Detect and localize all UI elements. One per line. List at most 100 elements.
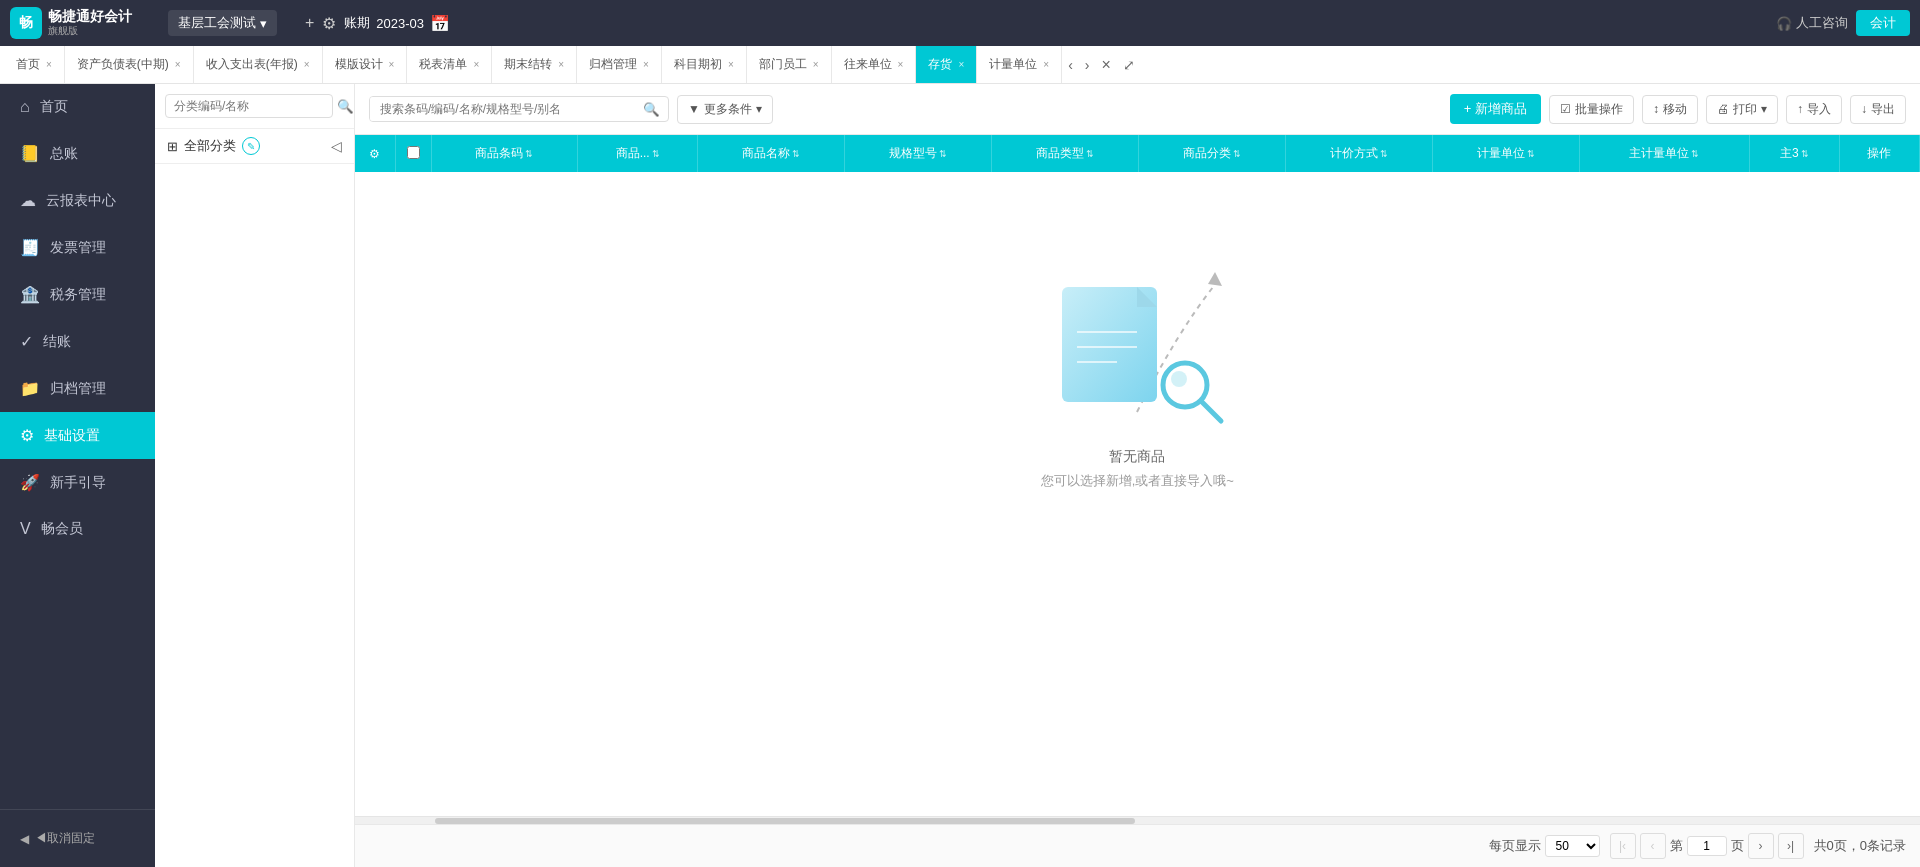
sidebar-label-tax: 税务管理: [50, 286, 106, 304]
sidebar-item-settings[interactable]: ⚙ 基础设置: [0, 412, 155, 459]
col-type-label: 商品类型: [1036, 145, 1084, 162]
more-filter-btn[interactable]: ▼ 更多条件 ▾: [677, 95, 773, 124]
tab-period-end-label: 期末结转: [504, 56, 552, 73]
page-first-btn[interactable]: |‹: [1610, 833, 1636, 859]
col-category[interactable]: 商品分类 ⇅: [1138, 135, 1285, 172]
move-label: 移动: [1663, 101, 1687, 118]
category-edit-btn[interactable]: ✎: [242, 137, 260, 155]
tab-archive-close[interactable]: ×: [643, 59, 649, 70]
account-btn[interactable]: 会计: [1856, 10, 1910, 36]
period-info: 账期 2023-03 📅: [344, 14, 450, 33]
logo-area: 畅 畅捷通好会计 旗舰版: [10, 7, 160, 39]
move-btn[interactable]: ↕ 移动: [1642, 95, 1698, 124]
vip-icon: V: [20, 520, 31, 538]
sidebar-item-archive[interactable]: 📁 归档管理: [0, 365, 155, 412]
dropdown-icon: ▾: [260, 16, 267, 31]
col-checkbox[interactable]: [395, 135, 431, 172]
tab-inventory[interactable]: 存货 ×: [916, 46, 977, 84]
tab-department[interactable]: 部门员工 ×: [747, 46, 832, 84]
tab-dept-close[interactable]: ×: [813, 59, 819, 70]
col-settings[interactable]: ⚙: [355, 135, 395, 172]
export-btn[interactable]: ↓ 导出: [1850, 95, 1906, 124]
tab-maximize-btn[interactable]: ⤢: [1117, 57, 1141, 73]
svg-marker-0: [1208, 272, 1222, 286]
page-prev-btn[interactable]: ‹: [1640, 833, 1666, 859]
col-barcode[interactable]: 商品条码 ⇅: [431, 135, 578, 172]
toolbar-search-btn[interactable]: 🔍: [635, 102, 668, 117]
col-spec[interactable]: 规格型号 ⇅: [844, 135, 991, 172]
category-search-btn[interactable]: 🔍: [337, 99, 354, 114]
sidebar-item-settlement[interactable]: ✓ 结账: [0, 318, 155, 365]
col-action: 操作: [1839, 135, 1919, 172]
tab-income[interactable]: 收入支出表(年报) ×: [194, 46, 323, 84]
sidebar-pin-btn[interactable]: ◀ ◀取消固定: [0, 822, 155, 855]
tab-prev-btn[interactable]: ‹: [1062, 46, 1079, 84]
import-btn[interactable]: ↑ 导入: [1786, 95, 1842, 124]
add-product-btn[interactable]: + 新增商品: [1450, 94, 1541, 124]
tab-contacts-label: 往来单位: [844, 56, 892, 73]
col-extra[interactable]: 主3 ⇅: [1750, 135, 1840, 172]
horizontal-scrollbar[interactable]: [355, 816, 1920, 824]
col-price-method[interactable]: 计价方式 ⇅: [1285, 135, 1432, 172]
tab-home-close[interactable]: ×: [46, 59, 52, 70]
extra-sort-icon: ⇅: [1801, 149, 1809, 159]
tab-balance-sheet[interactable]: 资产负债表(中期) ×: [65, 46, 194, 84]
tab-subject[interactable]: 科目期初 ×: [662, 46, 747, 84]
tab-balance-sheet-label: 资产负债表(中期): [77, 56, 169, 73]
period-value: 2023-03: [376, 16, 424, 31]
sidebar-item-vip[interactable]: V 畅会员: [0, 506, 155, 552]
tab-inventory-close[interactable]: ×: [958, 59, 964, 70]
page-next-btn[interactable]: ›: [1748, 833, 1774, 859]
tab-next-btn[interactable]: ›: [1079, 46, 1096, 84]
empty-illustration: [1037, 252, 1237, 432]
tab-subject-close[interactable]: ×: [728, 59, 734, 70]
tab-contacts-close[interactable]: ×: [898, 59, 904, 70]
tab-unit[interactable]: 计量单位 ×: [977, 46, 1062, 84]
add-tab-btn[interactable]: +: [305, 14, 314, 32]
toolbar: 🔍 ▼ 更多条件 ▾ + 新增商品 ☑ 批量操作 ↕ 移动: [355, 84, 1920, 135]
sidebar-item-home[interactable]: ⌂ 首页: [0, 84, 155, 130]
page-last-btn[interactable]: ›|: [1778, 833, 1804, 859]
sidebar-item-invoice[interactable]: 🧾 发票管理: [0, 224, 155, 271]
tab-period-close[interactable]: ×: [558, 59, 564, 70]
col-name[interactable]: 商品名称 ⇅: [697, 135, 844, 172]
tab-unit-close[interactable]: ×: [1043, 59, 1049, 70]
tab-close-all-btn[interactable]: ×: [1095, 56, 1116, 74]
tab-tax-close[interactable]: ×: [473, 59, 479, 70]
sidebar-item-newbie[interactable]: 🚀 新手引导: [0, 459, 155, 506]
tab-contacts[interactable]: 往来单位 ×: [832, 46, 917, 84]
sidebar-label-home: 首页: [40, 98, 68, 116]
tab-template[interactable]: 模版设计 ×: [323, 46, 408, 84]
per-page-dropdown[interactable]: 10 20 50 100: [1545, 835, 1600, 857]
ledger-icon: 📒: [20, 144, 40, 163]
select-all-checkbox[interactable]: [407, 146, 420, 159]
right-panel: 🔍 ▼ 更多条件 ▾ + 新增商品 ☑ 批量操作 ↕ 移动: [355, 84, 1920, 867]
col-code[interactable]: 商品... ⇅: [578, 135, 698, 172]
print-btn[interactable]: 🖨 打印 ▾: [1706, 95, 1778, 124]
sidebar-item-reports[interactable]: ☁ 云报表中心: [0, 177, 155, 224]
tab-template-close[interactable]: ×: [389, 59, 395, 70]
col-unit[interactable]: 计量单位 ⇅: [1432, 135, 1579, 172]
settings-btn[interactable]: ⚙: [322, 14, 336, 33]
company-selector[interactable]: 基层工会测试 ▾: [168, 10, 277, 36]
sidebar-item-tax[interactable]: 🏦 税务管理: [0, 271, 155, 318]
tab-home[interactable]: 首页 ×: [4, 46, 65, 84]
col-type[interactable]: 商品类型 ⇅: [991, 135, 1138, 172]
reports-icon: ☁: [20, 191, 36, 210]
tab-income-close[interactable]: ×: [304, 59, 310, 70]
page-input[interactable]: [1687, 836, 1727, 856]
tab-tax-list[interactable]: 税表清单 ×: [407, 46, 492, 84]
calendar-icon[interactable]: 📅: [430, 14, 450, 33]
tab-archive[interactable]: 归档管理 ×: [577, 46, 662, 84]
toolbar-search-input[interactable]: [370, 97, 635, 121]
sidebar-item-ledger[interactable]: 📒 总账: [0, 130, 155, 177]
category-fold-btn[interactable]: ◁: [331, 138, 342, 154]
category-search-input[interactable]: [165, 94, 333, 118]
col-main-unit[interactable]: 主计量单位 ⇅: [1579, 135, 1749, 172]
customer-service[interactable]: 🎧 人工咨询: [1776, 14, 1848, 32]
scroll-thumb[interactable]: [435, 818, 1135, 824]
tab-balance-close[interactable]: ×: [175, 59, 181, 70]
batch-action-btn[interactable]: ☑ 批量操作: [1549, 95, 1634, 124]
svg-point-8: [1171, 371, 1187, 387]
tab-period-end[interactable]: 期末结转 ×: [492, 46, 577, 84]
